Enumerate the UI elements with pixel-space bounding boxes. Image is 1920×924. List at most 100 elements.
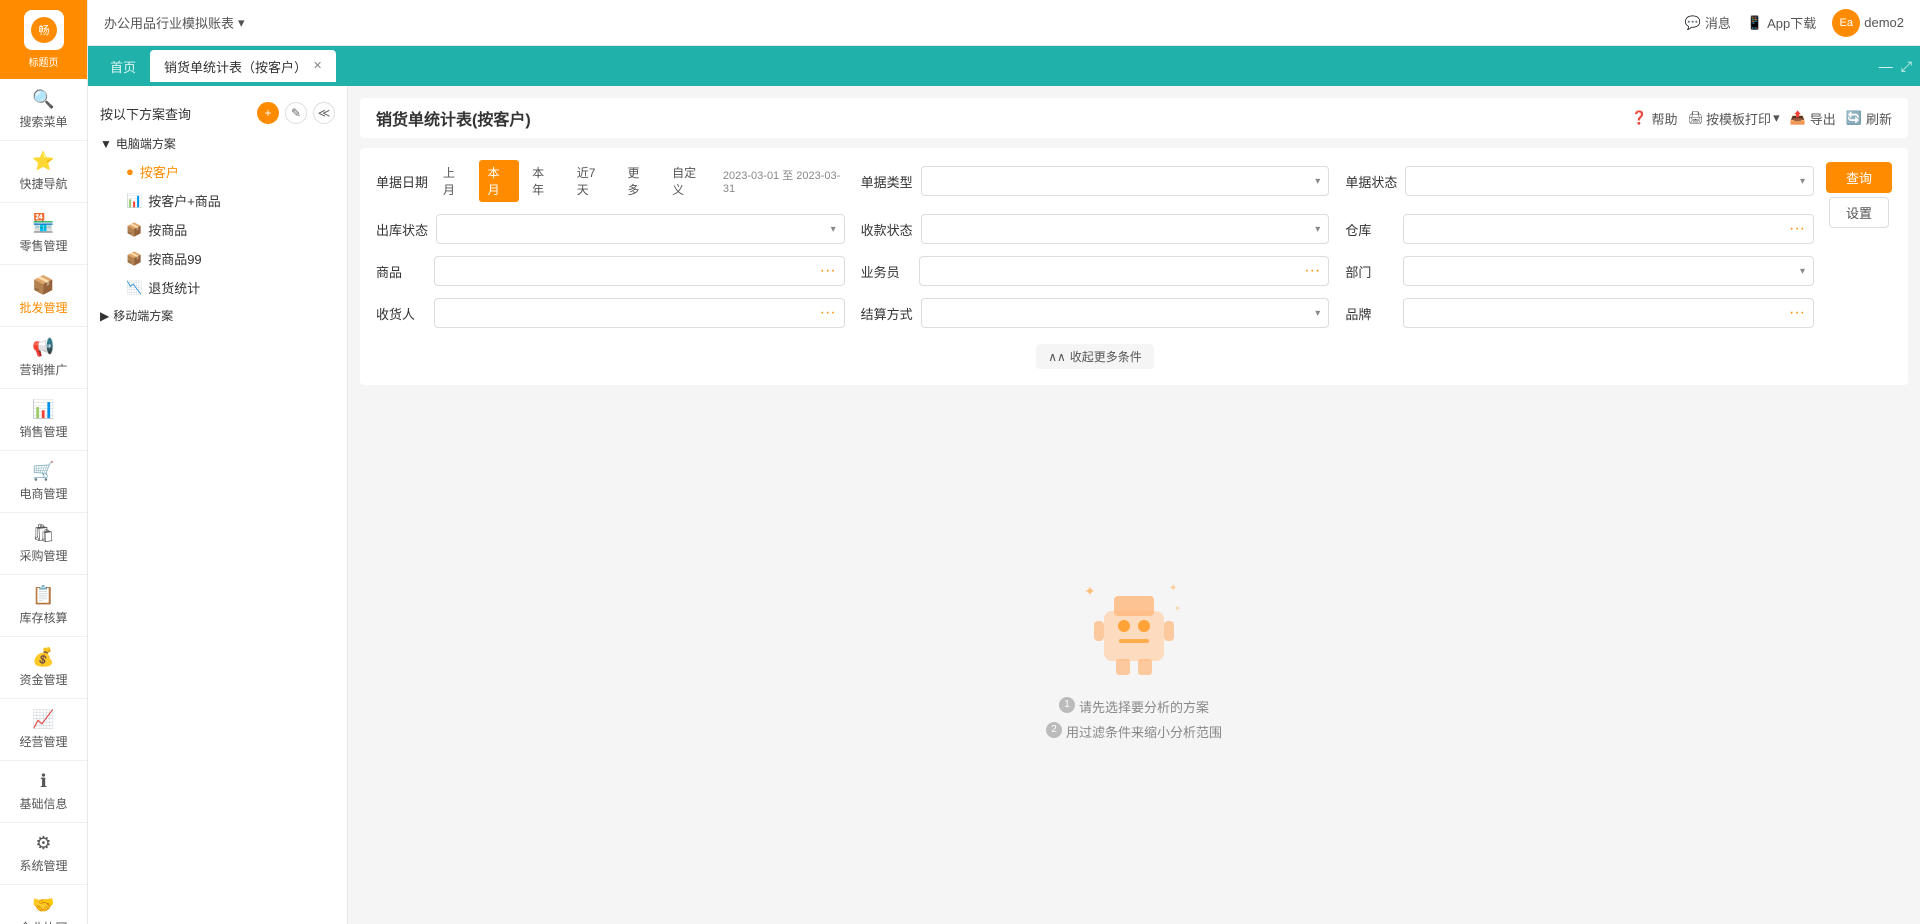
sidebar-item-enterprise[interactable]: 🤝 企业协同 xyxy=(0,885,87,924)
print-btn[interactable]: 🖨 按模板打印 ▾ xyxy=(1688,109,1780,128)
sidebar-item-system[interactable]: ⚙ 系统管理 xyxy=(0,823,87,885)
tab-actions: — ⤢ xyxy=(1879,59,1912,73)
chevron-down-icon: ▾ xyxy=(1315,176,1320,187)
payment-select[interactable]: ▾ xyxy=(921,214,1330,244)
sidebar-item-quick-nav[interactable]: ⭐ 快捷导航 xyxy=(0,141,87,203)
user-menu[interactable]: Ea demo2 xyxy=(1832,9,1904,37)
collapse-bar: ∧∧ 收起更多条件 xyxy=(376,340,1814,373)
dots-icon: ··· xyxy=(820,304,836,322)
payment-label: 收款状态 xyxy=(861,220,913,239)
download-icon: 📱 xyxy=(1747,15,1763,31)
tree-item-by-goods[interactable]: 📦 按商品 xyxy=(118,215,347,244)
chevron-down-icon: ▾ xyxy=(1800,266,1805,277)
date-btn-this-year[interactable]: 本年 xyxy=(523,160,564,202)
tab-close-btn[interactable]: ✕ xyxy=(313,61,322,72)
date-btn-last-7-days[interactable]: 近7天 xyxy=(568,160,615,202)
basic-icon: ℹ xyxy=(40,771,47,792)
warehouse-select[interactable]: ··· xyxy=(1403,214,1814,244)
message-btn[interactable]: 💬 消息 xyxy=(1685,13,1731,32)
tree-item-by-customer[interactable]: ● 按客户 xyxy=(118,157,347,186)
search-icon: 🔍 xyxy=(32,89,54,110)
filter-item-staff: 业务员 ··· xyxy=(861,256,1330,286)
tab-sales-stats[interactable]: 销货单统计表（按客户） ✕ xyxy=(150,50,336,82)
sidebar-item-marketing[interactable]: 📢 营销推广 xyxy=(0,327,87,389)
header-left: 办公用品行业模拟账表 ▾ xyxy=(104,13,245,32)
collapse-panel-btn[interactable]: ≪ xyxy=(313,102,335,124)
purchase-icon: 🛍 xyxy=(32,523,55,544)
top-header: 办公用品行业模拟账表 ▾ 💬 消息 📱 App下载 Ea demo2 xyxy=(88,0,1920,46)
sidebar-item-basic[interactable]: ℹ 基础信息 xyxy=(0,761,87,823)
date-filter-label: 单据日期 xyxy=(376,172,426,191)
tree-group-mobile[interactable]: ▶ 移动端方案 xyxy=(88,302,347,329)
staff-select[interactable]: ··· xyxy=(919,256,1330,286)
query-button[interactable]: 查询 xyxy=(1826,162,1892,193)
settings-button[interactable]: 设置 xyxy=(1829,197,1889,228)
sidebar-item-wholesale[interactable]: 📦 批发管理 xyxy=(0,265,87,327)
date-btn-custom[interactable]: 自定义 xyxy=(663,160,715,202)
tab-maximize-btn[interactable]: ⤢ xyxy=(1901,59,1912,73)
sidebar-item-search[interactable]: 🔍 搜索菜单 xyxy=(0,79,87,141)
app-title-dropdown[interactable]: 办公用品行业模拟账表 ▾ xyxy=(104,13,245,32)
filter-item-department: 部门 ▾ xyxy=(1345,256,1814,286)
help-btn[interactable]: ❓ 帮助 xyxy=(1631,109,1677,128)
date-btn-this-month[interactable]: 本月 xyxy=(479,160,520,202)
out-status-select[interactable]: ▾ xyxy=(436,214,845,244)
export-label: 导出 xyxy=(1810,109,1836,128)
app-download-btn[interactable]: 📱 App下载 xyxy=(1747,13,1816,32)
empty-state: ✦ ✦ ✦ 1 请先选择要分析的方案 2 用过滤条件来缩小分析范围 xyxy=(360,395,1908,912)
tree-item-label: 按商品 xyxy=(148,220,187,239)
right-content: 销货单统计表(按客户) ❓ 帮助 🖨 按模板打印 ▾ 📤 导出 xyxy=(348,86,1920,924)
filter-row-4: 收货人 ··· 结算方式 ▾ xyxy=(376,298,1814,328)
warehouse-label: 仓库 xyxy=(1345,220,1395,239)
empty-state-icon: ✦ ✦ ✦ xyxy=(1074,561,1194,681)
collapse-label: 收起更多条件 xyxy=(1070,348,1142,365)
tree-item-by-customer-goods[interactable]: 📊 按客户+商品 xyxy=(118,186,347,215)
filter-item-doc-status: 单据状态 ▾ xyxy=(1345,166,1814,196)
export-btn[interactable]: 📤 导出 xyxy=(1790,109,1836,128)
filter-item-date: 单据日期 上月 本月 本年 近7天 更多 自定义 2023-03-01 至 20… xyxy=(376,160,845,202)
tree-group-desktop[interactable]: ▼ 电脑端方案 xyxy=(88,130,347,157)
sidebar-item-ecommerce[interactable]: 🛒 电商管理 xyxy=(0,451,87,513)
svg-text:✦: ✦ xyxy=(1169,583,1177,594)
tab-home-label: 首页 xyxy=(110,57,136,76)
sidebar-item-operation[interactable]: 📈 经营管理 xyxy=(0,699,87,761)
goods-select[interactable]: ··· xyxy=(434,256,845,286)
brand-select[interactable]: ··· xyxy=(1403,298,1814,328)
header-right: 💬 消息 📱 App下载 Ea demo2 xyxy=(1685,9,1904,37)
tree-item-return-stats[interactable]: 📉 退货统计 xyxy=(118,273,347,302)
empty-hint-1-text: 请先选择要分析的方案 xyxy=(1079,697,1209,716)
receiver-select[interactable]: ··· xyxy=(434,298,845,328)
add-scheme-btn[interactable]: + xyxy=(257,102,279,124)
tab-minimize-btn[interactable]: — xyxy=(1879,59,1893,73)
page-title-actions: ❓ 帮助 🖨 按模板打印 ▾ 📤 导出 🔄 刷新 xyxy=(1631,109,1892,128)
refresh-label: 刷新 xyxy=(1866,109,1892,128)
tree-item-by-goods99[interactable]: 📦 按商品99 xyxy=(118,244,347,273)
filter-row-3: 商品 ··· 业务员 ··· xyxy=(376,256,1814,286)
sidebar-item-purchase[interactable]: 🛍 采购管理 xyxy=(0,513,87,575)
tree-item-label: 按商品99 xyxy=(148,249,201,268)
sales-icon: 📊 xyxy=(32,399,54,420)
filter-item-payment: 收款状态 ▾ xyxy=(861,214,1330,244)
collapse-more-btn[interactable]: ∧∧ 收起更多条件 xyxy=(1036,344,1154,369)
doc-type-select[interactable]: ▾ xyxy=(921,166,1330,196)
app-download-label: App下载 xyxy=(1767,13,1816,32)
sidebar-item-label: 经营管理 xyxy=(19,733,67,750)
filter-area: 单据日期 上月 本月 本年 近7天 更多 自定义 2023-03-01 至 20… xyxy=(360,148,1908,385)
sidebar-item-sales[interactable]: 📊 销售管理 xyxy=(0,389,87,451)
edit-scheme-btn[interactable]: ✎ xyxy=(285,102,307,124)
sidebar-item-finance[interactable]: 💰 资金管理 xyxy=(0,637,87,699)
svg-text:✦: ✦ xyxy=(1174,604,1181,613)
department-select[interactable]: ▾ xyxy=(1403,256,1814,286)
svg-text:畅: 畅 xyxy=(38,23,49,37)
tab-home[interactable]: 首页 xyxy=(96,50,150,82)
doc-status-select[interactable]: ▾ xyxy=(1405,166,1814,196)
dropdown-arrow-icon: ▾ xyxy=(238,15,245,31)
empty-hint-2: 2 用过滤条件来缩小分析范围 xyxy=(1046,722,1222,741)
sidebar-item-retail[interactable]: 🏪 零售管理 xyxy=(0,203,87,265)
sidebar-item-label: 库存核算 xyxy=(19,609,67,626)
settlement-select[interactable]: ▾ xyxy=(921,298,1330,328)
date-btn-more[interactable]: 更多 xyxy=(619,160,660,202)
refresh-btn[interactable]: 🔄 刷新 xyxy=(1846,109,1892,128)
date-btn-last-month[interactable]: 上月 xyxy=(434,160,475,202)
sidebar-item-inventory[interactable]: 📋 库存核算 xyxy=(0,575,87,637)
